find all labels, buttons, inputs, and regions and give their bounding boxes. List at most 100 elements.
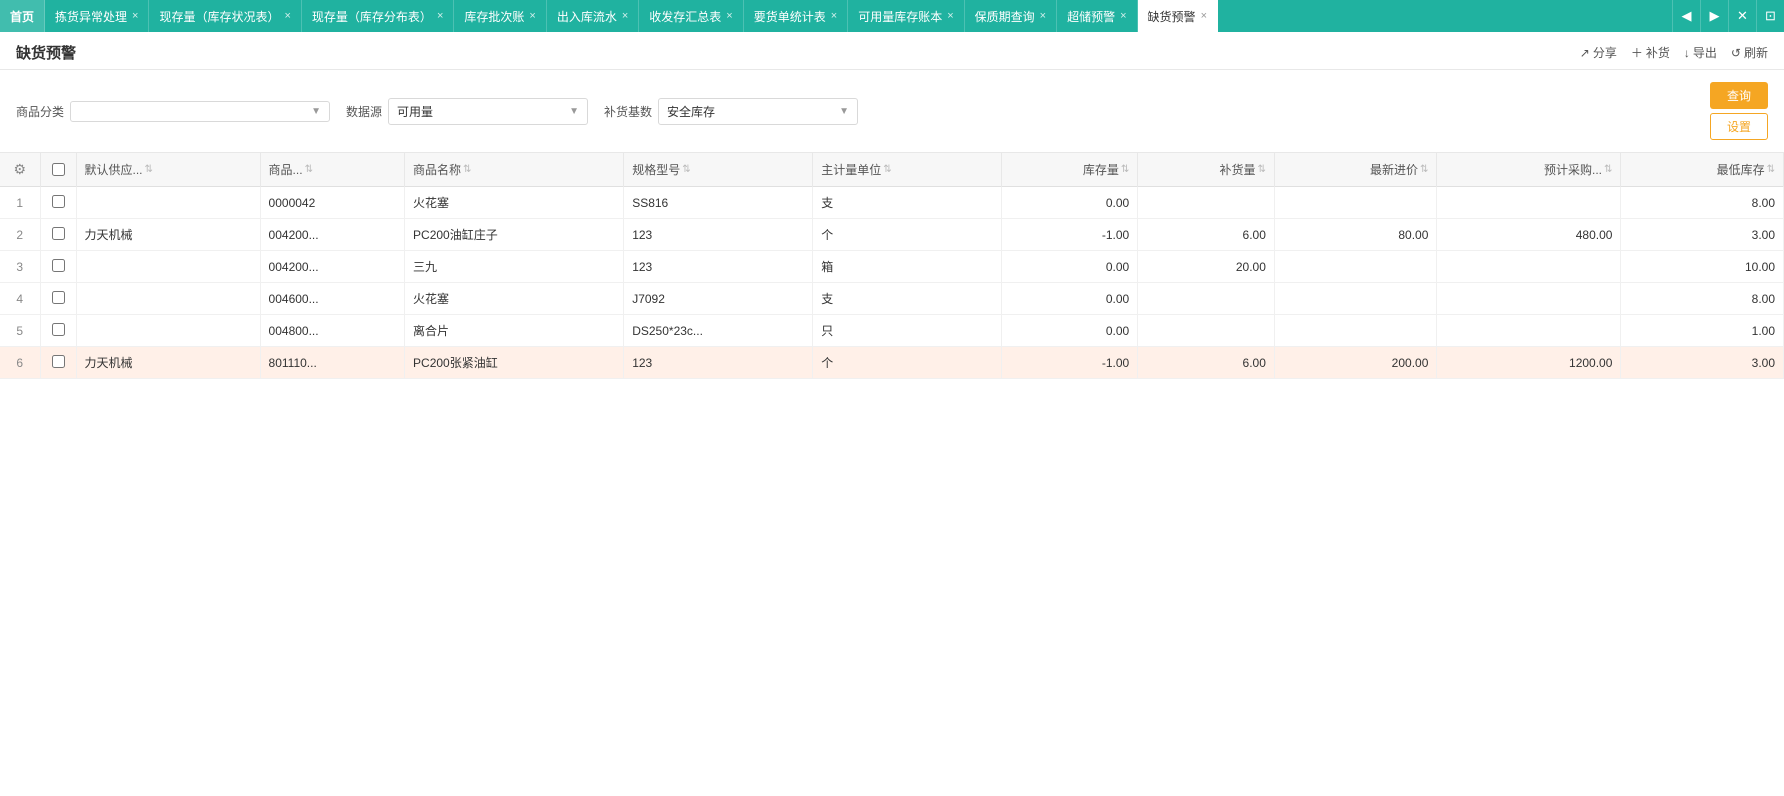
row-stock-qty: -1.00 — [1001, 347, 1138, 379]
tab-scroll-right-btn[interactable]: ▶ — [1700, 0, 1728, 32]
refresh-button[interactable]: ↺ 刷新 — [1731, 44, 1768, 61]
sort-icon-supplier: ⇅ — [145, 164, 153, 175]
row-latest-price — [1274, 251, 1437, 283]
row-checkbox[interactable] — [52, 323, 65, 336]
row-unit: 只 — [813, 315, 1001, 347]
sort-icon-price: ⇅ — [1420, 164, 1428, 175]
filter-group-datasource: 数据源 可用量 ▼ — [346, 98, 588, 125]
refresh-icon: ↺ — [1731, 46, 1741, 60]
settings-icon[interactable]: ⚙ — [13, 161, 26, 178]
col-default-supplier[interactable]: 默认供应... ⇅ — [76, 153, 260, 187]
row-default-supplier: 力天机械 — [76, 347, 260, 379]
tab-inventory-status[interactable]: 现存量（库存状况表） × — [149, 0, 301, 32]
sort-icon-unit: ⇅ — [883, 164, 891, 175]
row-default-supplier — [76, 251, 260, 283]
tab-close-shortage-warn[interactable]: × — [1201, 10, 1207, 22]
tab-home[interactable]: 首页 — [0, 0, 45, 32]
col-latest-price[interactable]: 最新进价 ⇅ — [1274, 153, 1437, 187]
tab-in-out-flow[interactable]: 出入库流水 × — [547, 0, 639, 32]
row-est-purchase — [1437, 283, 1621, 315]
row-spec: SS816 — [624, 187, 813, 219]
tab-scroll-left-btn[interactable]: ◀ — [1672, 0, 1700, 32]
tab-close-inventory-dist[interactable]: × — [437, 10, 443, 22]
tab-defect-proc[interactable]: 拣货异常处理 × — [45, 0, 149, 32]
replenish-select[interactable]: 安全库存 ▼ — [658, 98, 858, 125]
tab-close-in-out-flow[interactable]: × — [622, 10, 628, 22]
col-product-code[interactable]: 商品... ⇅ — [260, 153, 404, 187]
col-est-purchase[interactable]: 预计采购... ⇅ — [1437, 153, 1621, 187]
row-spec: 123 — [624, 251, 813, 283]
row-checkbox[interactable] — [52, 291, 65, 304]
row-stock-qty: 0.00 — [1001, 315, 1138, 347]
row-checkbox[interactable] — [52, 259, 65, 272]
tab-close-batch-account[interactable]: × — [529, 10, 535, 22]
row-unit: 个 — [813, 219, 1001, 251]
tab-available-ledger[interactable]: 可用量库存账本 × — [848, 0, 964, 32]
row-latest-price: 200.00 — [1274, 347, 1437, 379]
settings-button[interactable]: 设置 — [1710, 113, 1768, 140]
row-product-code: 004800... — [260, 315, 404, 347]
row-product-code: 0000042 — [260, 187, 404, 219]
tab-close-inventory-status[interactable]: × — [284, 10, 290, 22]
col-min-stock[interactable]: 最低库存 ⇅ — [1621, 153, 1784, 187]
share-button[interactable]: ↗ 分享 — [1580, 44, 1617, 61]
table-header-row: ⚙ 默认供应... ⇅ — [0, 153, 1784, 187]
tab-order-stats[interactable]: 要货单统计表 × — [744, 0, 848, 32]
col-spec[interactable]: 规格型号 ⇅ — [624, 153, 813, 187]
col-stock-qty[interactable]: 库存量 ⇅ — [1001, 153, 1138, 187]
row-checkbox-cell[interactable] — [40, 347, 76, 379]
row-latest-price — [1274, 283, 1437, 315]
col-replenish-qty[interactable]: 补货量 ⇅ — [1138, 153, 1275, 187]
tab-close-defect-proc[interactable]: × — [132, 10, 138, 22]
row-checkbox-cell[interactable] — [40, 187, 76, 219]
row-checkbox-cell[interactable] — [40, 251, 76, 283]
row-unit: 支 — [813, 187, 1001, 219]
tab-close-expiry-query[interactable]: × — [1040, 10, 1046, 22]
row-checkbox-cell[interactable] — [40, 219, 76, 251]
replenish-button[interactable]: ＋ 补货 — [1631, 44, 1670, 61]
tab-shortage-warn[interactable]: 缺货预警 × — [1138, 0, 1218, 32]
row-checkbox[interactable] — [52, 227, 65, 240]
tab-maximize-btn[interactable]: ⊡ — [1756, 0, 1784, 32]
page-title: 缺货预警 — [16, 42, 76, 63]
category-select[interactable]: ▼ — [70, 101, 330, 122]
tab-close-order-stats[interactable]: × — [831, 10, 837, 22]
row-default-supplier: 力天机械 — [76, 219, 260, 251]
col-checkbox[interactable] — [40, 153, 76, 187]
export-button[interactable]: ↓ 导出 — [1684, 44, 1717, 61]
table-body: 1 0000042 火花塞 SS816 支 0.00 8.00 2 力天机械 0… — [0, 187, 1784, 379]
filter-actions: 查询 设置 — [1710, 82, 1768, 140]
col-settings[interactable]: ⚙ — [0, 153, 40, 187]
row-est-purchase — [1437, 187, 1621, 219]
row-checkbox[interactable] — [52, 355, 65, 368]
row-checkbox-cell[interactable] — [40, 315, 76, 347]
category-label: 商品分类 — [16, 103, 64, 120]
query-button[interactable]: 查询 — [1710, 82, 1768, 109]
tab-overstock-warn[interactable]: 超储预警 × — [1057, 0, 1137, 32]
tab-recv-summary[interactable]: 收发存汇总表 × — [639, 0, 743, 32]
table-row: 1 0000042 火花塞 SS816 支 0.00 8.00 — [0, 187, 1784, 219]
tab-close-overstock-warn[interactable]: × — [1120, 10, 1126, 22]
col-product-name[interactable]: 商品名称 ⇅ — [405, 153, 624, 187]
row-est-purchase — [1437, 251, 1621, 283]
tab-close-available-ledger[interactable]: × — [947, 10, 953, 22]
tab-close-recv-summary[interactable]: × — [726, 10, 732, 22]
datasource-select[interactable]: 可用量 ▼ — [388, 98, 588, 125]
row-checkbox-cell[interactable] — [40, 283, 76, 315]
tab-inventory-dist[interactable]: 现存量（库存分布表） × — [302, 0, 454, 32]
category-arrow-icon: ▼ — [311, 106, 321, 117]
row-min-stock: 3.00 — [1621, 219, 1784, 251]
tab-batch-account[interactable]: 库存批次账 × — [454, 0, 546, 32]
select-all-checkbox[interactable] — [52, 163, 65, 176]
row-min-stock: 8.00 — [1621, 283, 1784, 315]
datasource-value: 可用量 — [397, 103, 433, 120]
row-replenish-qty: 6.00 — [1138, 219, 1275, 251]
sort-icon-name: ⇅ — [463, 164, 471, 175]
tab-close-all-btn[interactable]: ✕ — [1728, 0, 1756, 32]
sort-icon-replenish: ⇅ — [1257, 164, 1265, 175]
row-checkbox[interactable] — [52, 195, 65, 208]
tab-expiry-query[interactable]: 保质期查询 × — [965, 0, 1057, 32]
row-default-supplier — [76, 283, 260, 315]
sort-icon-min: ⇅ — [1767, 164, 1775, 175]
col-unit[interactable]: 主计量单位 ⇅ — [813, 153, 1001, 187]
